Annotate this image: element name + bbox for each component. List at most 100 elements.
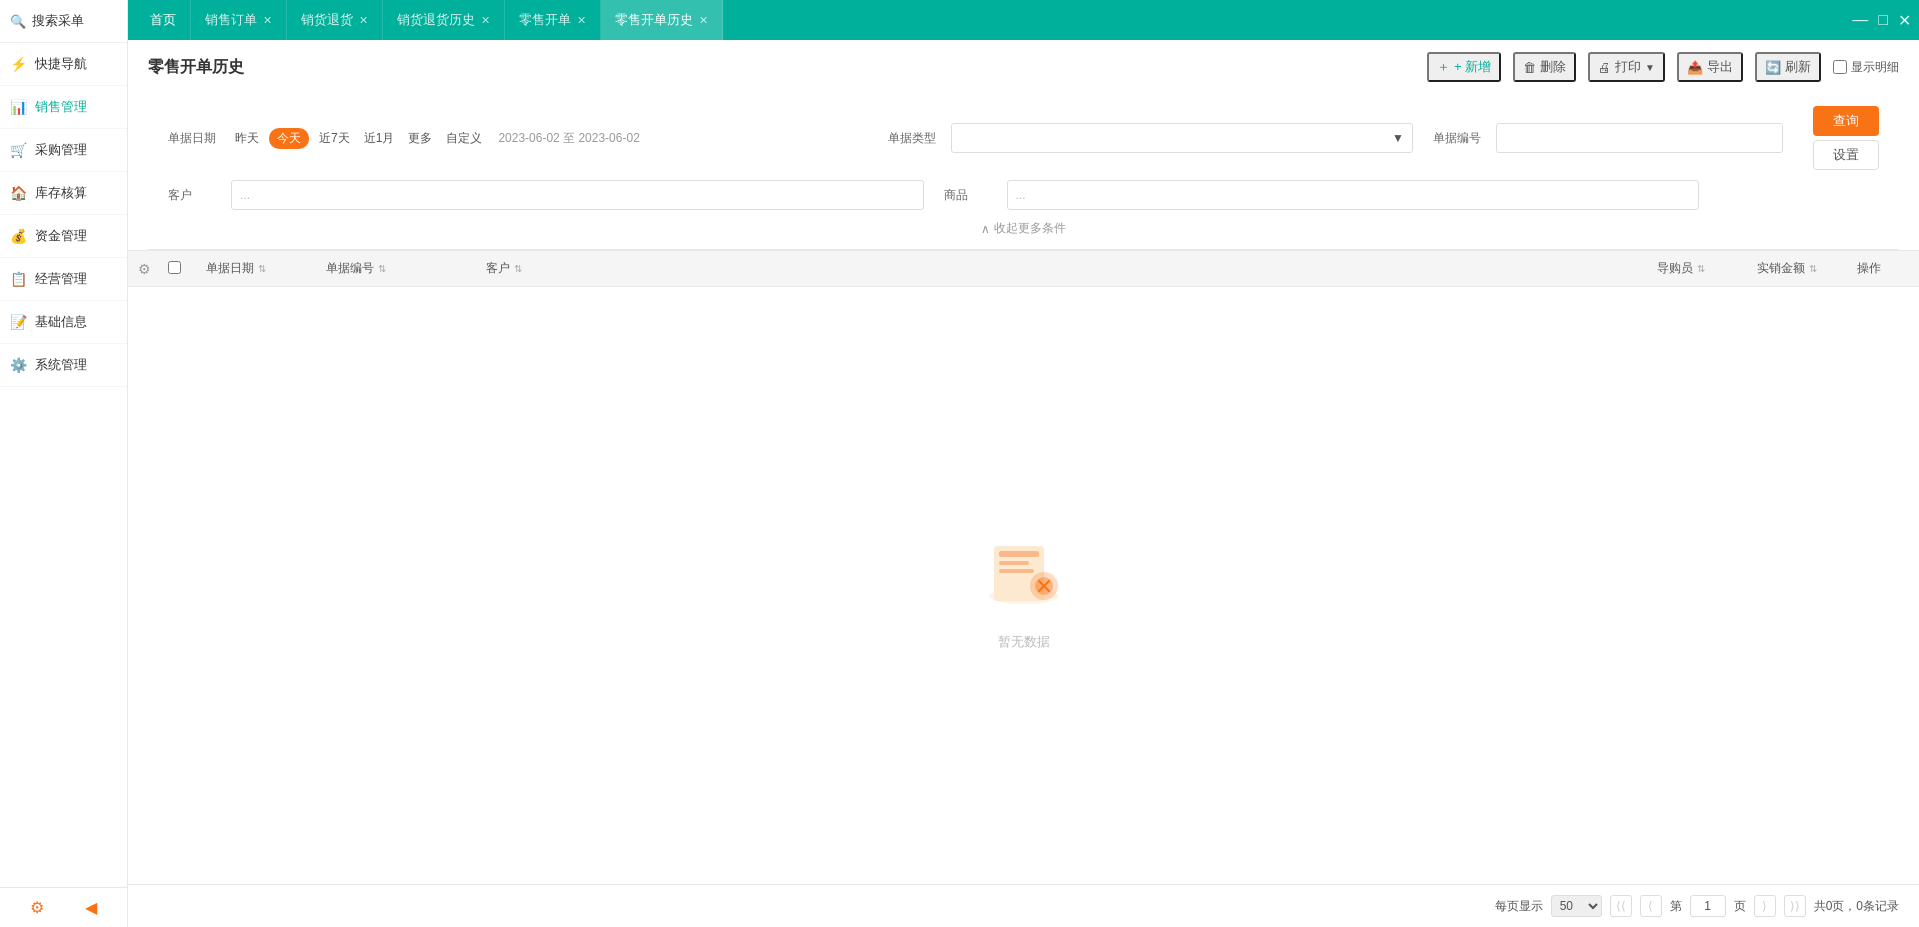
add-button[interactable]: ＋ + 新增: [1427, 52, 1501, 82]
next-page-btn[interactable]: ⟩: [1754, 895, 1776, 917]
date-opt-today[interactable]: 今天: [269, 128, 309, 149]
svg-rect-4: [999, 569, 1034, 573]
close-tab-sales-return[interactable]: ✕: [359, 14, 368, 27]
refresh-button[interactable]: 🔄 刷新: [1755, 52, 1821, 82]
per-page-select[interactable]: 50 100 200: [1551, 895, 1602, 917]
page-input[interactable]: [1690, 895, 1726, 917]
add-icon: ＋: [1437, 58, 1450, 76]
empty-illustration: [974, 521, 1074, 621]
sidebar-item-system[interactable]: ⚙️ 系统管理: [0, 344, 127, 387]
sidebar-item-label: 快捷导航: [35, 55, 87, 73]
filter-docnum-item: 单据编号: [1433, 123, 1783, 153]
sidebar-item-label: 销售管理: [35, 98, 87, 116]
toolbar-actions: ＋ + 新增 🗑 删除 🖨 打印 ▼ 📤 导出: [1427, 52, 1899, 82]
sidebar-search-label: 搜索采单: [32, 12, 84, 30]
close-window-button[interactable]: ✕: [1898, 11, 1911, 30]
docnum-input[interactable]: [1496, 123, 1783, 153]
sidebar-bottom: ⚙ ◀: [0, 887, 127, 927]
date-range: 2023-06-02 至 2023-06-02: [498, 130, 639, 147]
sidebar-item-purchase-mgmt[interactable]: 🛒 采购管理: [0, 129, 127, 172]
export-button[interactable]: 📤 导出: [1677, 52, 1743, 82]
last-page-btn[interactable]: ⟩⟩: [1784, 895, 1806, 917]
select-all-checkbox-cell: [168, 261, 198, 277]
settings-bottom-icon[interactable]: ⚙: [30, 898, 44, 917]
per-page-label: 每页显示: [1495, 898, 1543, 915]
first-page-btn[interactable]: ⟨⟨: [1610, 895, 1632, 917]
sidebar-item-inventory[interactable]: 🏠 库存核算: [0, 172, 127, 215]
customer-input[interactable]: ...: [231, 180, 924, 210]
sidebar-item-label: 基础信息: [35, 313, 87, 331]
date-opt-1month[interactable]: 近1月: [360, 128, 399, 149]
page-suffix: 页: [1734, 898, 1746, 915]
tab-sales-return[interactable]: 销货退货 ✕: [287, 0, 383, 40]
doctype-dropdown-icon: ▼: [1392, 131, 1404, 145]
sidebar-item-operation[interactable]: 📋 经营管理: [0, 258, 127, 301]
sidebar-item-sales-mgmt[interactable]: 📊 销售管理: [0, 86, 127, 129]
finance-icon: 💰: [10, 228, 27, 244]
purchase-mgmt-icon: 🛒: [10, 142, 27, 158]
refresh-icon: 🔄: [1765, 60, 1781, 75]
th-customer[interactable]: 客户 ⇅: [478, 260, 1649, 277]
tab-retail-open[interactable]: 零售开单 ✕: [505, 0, 601, 40]
date-opt-yesterday[interactable]: 昨天: [231, 128, 263, 149]
page-label: 第: [1670, 898, 1682, 915]
goods-input[interactable]: ...: [1007, 180, 1700, 210]
sort-guide-icon: ⇅: [1697, 263, 1705, 274]
th-guide[interactable]: 导购员 ⇅: [1649, 260, 1749, 277]
sidebar-nav: ⚡ 快捷导航 📊 销售管理 🛒 采购管理 🏠 库存核算 💰 资金管理 📋 经营管…: [0, 43, 127, 887]
collapse-text: 收起更多条件: [994, 220, 1066, 237]
content: 零售开单历史 ＋ + 新增 🗑 删除 🖨 打印 ▼: [128, 40, 1919, 927]
prev-page-btn[interactable]: ⟨: [1640, 895, 1662, 917]
th-amount-label: 实销金额: [1757, 260, 1805, 277]
close-tab-sales-return-history[interactable]: ✕: [481, 14, 490, 27]
close-tab-sales-order[interactable]: ✕: [263, 14, 272, 27]
sidebar-item-basic-info[interactable]: 📝 基础信息: [0, 301, 127, 344]
th-num[interactable]: 单据编号 ⇅: [318, 260, 478, 277]
show-detail-checkbox[interactable]: [1833, 60, 1847, 74]
close-tab-retail-open[interactable]: ✕: [577, 14, 586, 27]
page-header: 零售开单历史 ＋ + 新增 🗑 删除 🖨 打印 ▼: [128, 40, 1919, 251]
tab-sales-order[interactable]: 销售订单 ✕: [191, 0, 287, 40]
maximize-button[interactable]: □: [1878, 11, 1888, 29]
main: 首页 销售订单 ✕ 销货退货 ✕ 销货退货历史 ✕ 零售开单 ✕ 零售开单历史 …: [128, 0, 1919, 927]
settings-button[interactable]: 设置: [1813, 140, 1879, 170]
date-opt-7days[interactable]: 近7天: [315, 128, 354, 149]
sidebar-item-label: 系统管理: [35, 356, 87, 374]
close-tab-retail-history[interactable]: ✕: [699, 14, 708, 27]
sidebar-item-quick-nav[interactable]: ⚡ 快捷导航: [0, 43, 127, 86]
doctype-select[interactable]: ▼: [951, 123, 1413, 153]
sales-mgmt-icon: 📊: [10, 99, 27, 115]
system-icon: ⚙️: [10, 357, 27, 373]
print-button[interactable]: 🖨 打印 ▼: [1588, 52, 1665, 82]
inventory-icon: 🏠: [10, 185, 27, 201]
tab-sales-return-history[interactable]: 销货退货历史 ✕: [383, 0, 505, 40]
filter-goods-item: 商品 ...: [944, 180, 1700, 210]
select-all-checkbox[interactable]: [168, 261, 181, 274]
sidebar-item-label: 库存核算: [35, 184, 87, 202]
tab-retail-history[interactable]: 零售开单历史 ✕: [601, 0, 723, 40]
date-opt-custom[interactable]: 自定义: [442, 128, 486, 149]
export-icon: 📤: [1687, 60, 1703, 75]
tabbar-right: — □ ✕: [1852, 11, 1911, 30]
sidebar-item-label: 资金管理: [35, 227, 87, 245]
quick-nav-icon: ⚡: [10, 56, 27, 72]
collapse-conditions[interactable]: ∧ 收起更多条件: [168, 220, 1879, 237]
th-date[interactable]: 单据日期 ⇅: [198, 260, 318, 277]
operation-icon: 📋: [10, 271, 27, 287]
date-opt-more[interactable]: 更多: [404, 128, 436, 149]
th-amount[interactable]: 实销金额 ⇅: [1749, 260, 1849, 277]
column-settings-icon[interactable]: ⚙: [138, 261, 168, 277]
filter-customer-item: 客户 ...: [168, 180, 924, 210]
collapse-sidebar-icon[interactable]: ◀: [85, 898, 97, 917]
query-button[interactable]: 查询: [1813, 106, 1879, 136]
sidebar-search[interactable]: 🔍 搜索采单: [0, 0, 127, 43]
tab-home[interactable]: 首页: [136, 0, 191, 40]
print-dropdown-icon: ▼: [1645, 62, 1655, 73]
table-body: 暂无数据: [128, 287, 1919, 884]
minimize-button[interactable]: —: [1852, 11, 1868, 29]
delete-button[interactable]: 🗑 删除: [1513, 52, 1576, 82]
table-wrapper: ⚙ 单据日期 ⇅ 单据编号 ⇅ 客户 ⇅ 导购员 ⇅: [128, 251, 1919, 884]
sidebar-item-finance[interactable]: 💰 资金管理: [0, 215, 127, 258]
sidebar-item-label: 经营管理: [35, 270, 87, 288]
collapse-icon: ∧: [981, 222, 990, 236]
